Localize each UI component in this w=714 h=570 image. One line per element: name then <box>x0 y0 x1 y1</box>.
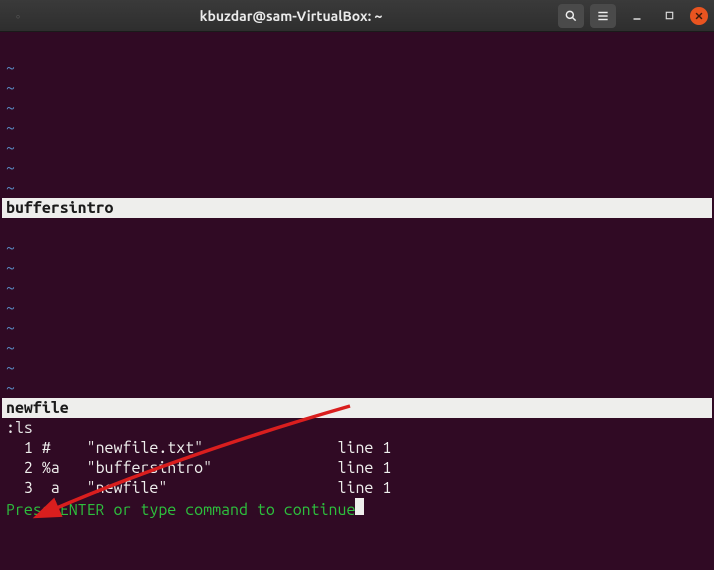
vim-tilde-line: ~ <box>2 158 712 178</box>
vim-command-line: :ls <box>2 418 712 438</box>
vim-tilde-line: ~ <box>2 238 712 258</box>
vim-tilde-line: ~ <box>2 358 712 378</box>
buffer-list-row: 1 # "newfile.txt" line 1 <box>2 438 712 458</box>
search-icon <box>564 9 578 23</box>
search-button[interactable] <box>558 4 584 28</box>
vim-tilde-line: ~ <box>2 178 712 198</box>
vim-tilde-line: ~ <box>2 118 712 138</box>
vim-tilde-line: ~ <box>2 278 712 298</box>
vim-status-bottom: newfile <box>2 398 712 418</box>
hamburger-menu-button[interactable] <box>590 4 616 28</box>
vim-tilde-line: ~ <box>2 58 712 78</box>
vim-buffer-list: 1 # "newfile.txt" line 1 2 %a "buffersin… <box>2 438 712 498</box>
maximize-button[interactable] <box>658 5 680 27</box>
vim-tilde-line: ~ <box>2 378 712 398</box>
vim-tilde-line: ~ <box>2 78 712 98</box>
window-titlebar: ◦ kbuzdar@sam-VirtualBox: ~ <box>0 0 714 32</box>
terminal-viewport[interactable]: ~~~~~~~ buffersintro ~~~~~~~~ newfile :l… <box>0 32 714 570</box>
hamburger-icon <box>596 9 610 23</box>
window-title: kbuzdar@sam-VirtualBox: ~ <box>30 8 552 24</box>
vim-tilde-line: ~ <box>2 258 712 278</box>
vim-prompt: Press ENTER or type command to continue <box>2 498 712 524</box>
vim-status-top: buffersintro <box>2 198 712 218</box>
close-icon <box>694 11 704 21</box>
minimize-icon <box>631 10 643 22</box>
maximize-icon <box>664 10 675 21</box>
vim-prompt-text: Press ENTER or type command to continue <box>6 500 355 520</box>
vim-tilde-line: ~ <box>2 318 712 338</box>
vim-tilde-line: ~ <box>2 138 712 158</box>
blank-line <box>2 38 712 58</box>
buffer-list-row: 2 %a "buffersintro" line 1 <box>2 458 712 478</box>
vim-tilde-line: ~ <box>2 98 712 118</box>
buffer-list-row: 3 a "newfile" line 1 <box>2 478 712 498</box>
text-cursor <box>355 498 364 515</box>
blank-line <box>2 218 712 238</box>
app-menu-icon: ◦ <box>6 8 30 24</box>
vim-tilde-line: ~ <box>2 338 712 358</box>
minimize-button[interactable] <box>626 5 648 27</box>
close-button[interactable] <box>690 7 708 25</box>
vim-tilde-line: ~ <box>2 298 712 318</box>
